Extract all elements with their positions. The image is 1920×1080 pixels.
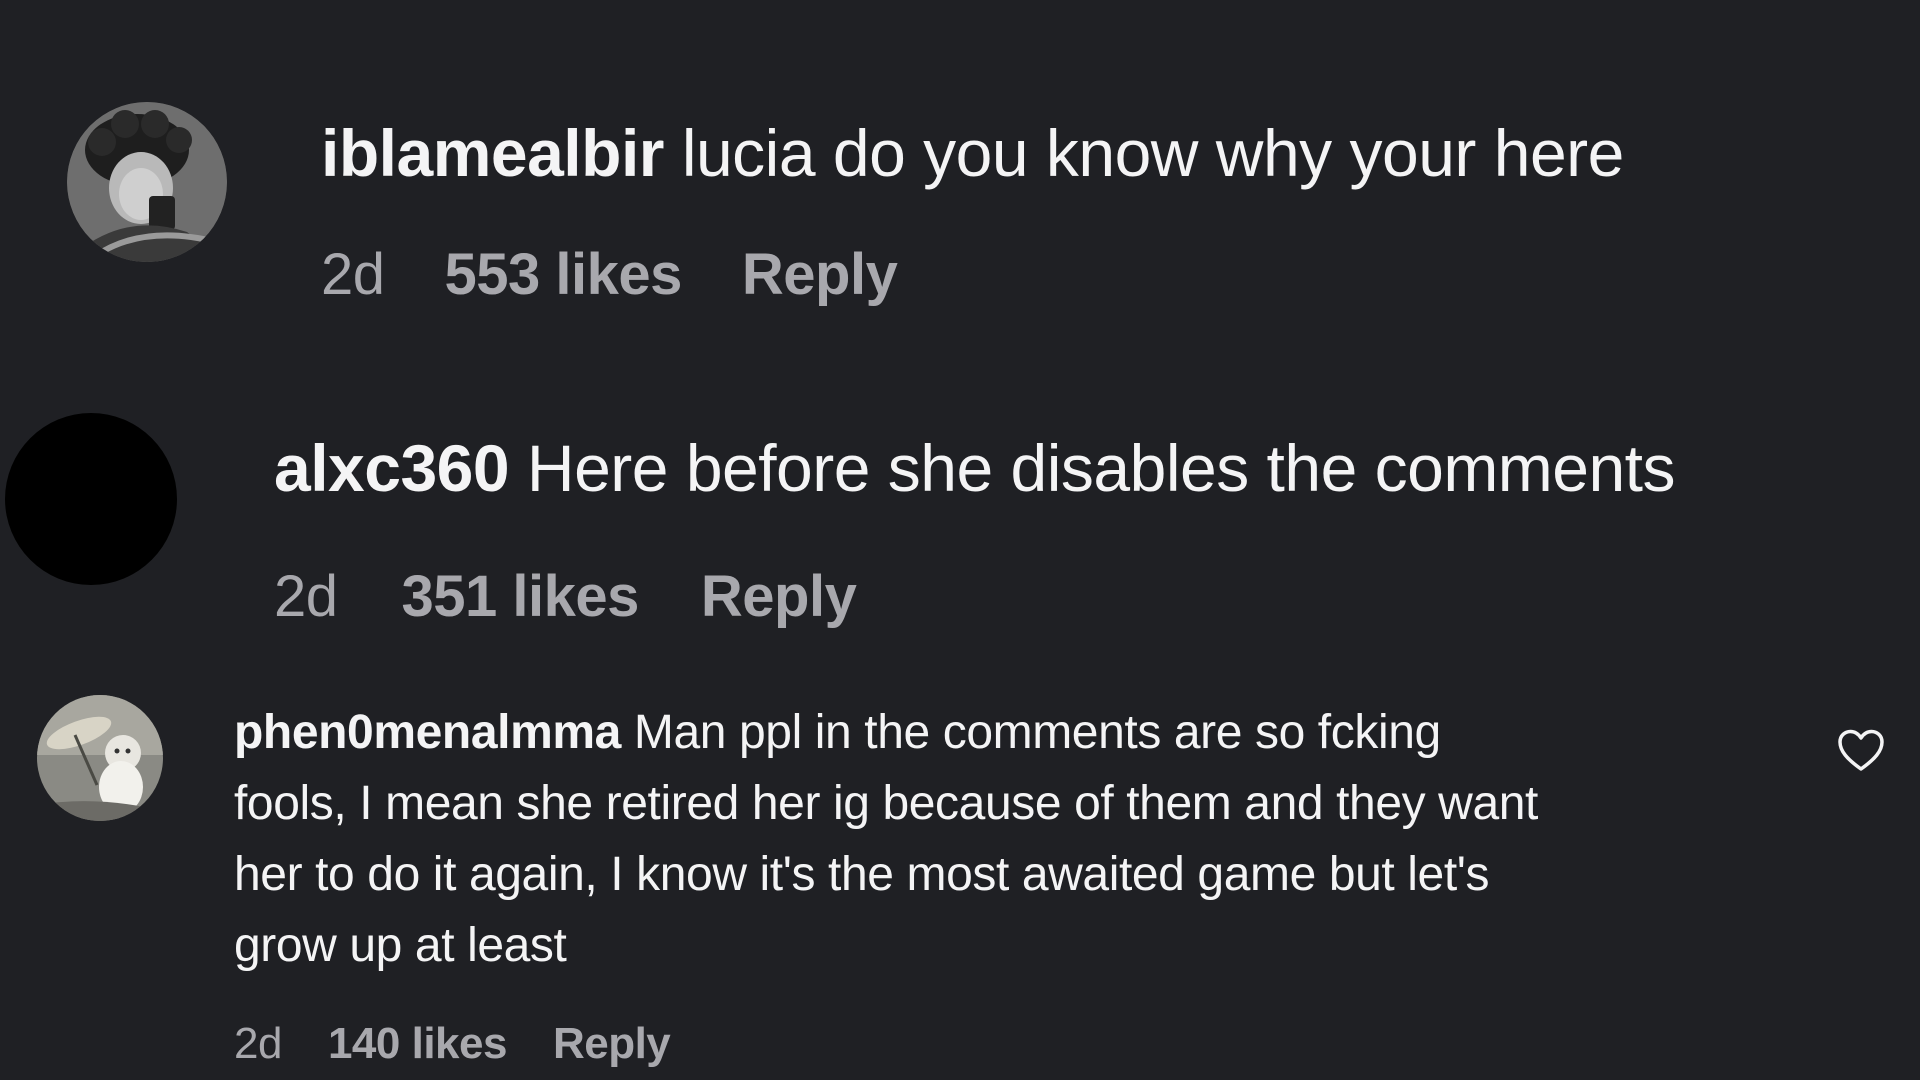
comment-line: phen0menalmma Man ppl in the comments ar… (234, 697, 1794, 768)
comment-body: Man ppl in the comments are so fcking (633, 706, 1441, 759)
username[interactable]: phen0menalmma (234, 706, 621, 759)
comment-body: Here before she disables the comments (526, 431, 1676, 505)
avatar[interactable] (67, 102, 227, 262)
likes-count[interactable]: 553 likes (445, 240, 683, 310)
comment-line: her to do it again, I know it's the most… (234, 848, 1490, 901)
reply-button[interactable]: Reply (701, 562, 857, 632)
timestamp: 2d (274, 564, 338, 629)
avatar[interactable] (37, 695, 163, 821)
comment-body: lucia do you know why your here (681, 116, 1625, 190)
comments-screen: iblamealbir lucia do you know why your h… (0, 0, 1920, 1080)
reply-button[interactable]: Reply (742, 240, 898, 310)
comment-meta: 2d 140 likes Reply (234, 1015, 671, 1073)
comment-meta: 2d 553 likes Reply (321, 240, 898, 310)
timestamp: 2d (321, 242, 385, 307)
comment-text: iblamealbir lucia do you know why your h… (321, 113, 1624, 193)
comment-meta: 2d 351 likes Reply (274, 562, 857, 632)
likes-count[interactable]: 351 likes (402, 562, 640, 632)
comment-text: alxc360 Here before she disables the com… (274, 428, 1676, 508)
avatar[interactable] (5, 413, 177, 585)
comment-text: phen0menalmma Man ppl in the comments ar… (234, 697, 1794, 981)
likes-count[interactable]: 140 likes (328, 1015, 508, 1073)
comment-line: grow up at least (234, 919, 567, 972)
timestamp: 2d (234, 1019, 282, 1068)
heart-outline-icon[interactable] (1837, 729, 1885, 773)
comment-line: fools, I mean she retired her ig because… (234, 777, 1538, 830)
username[interactable]: iblamealbir (321, 116, 664, 190)
reply-button[interactable]: Reply (553, 1015, 671, 1073)
username[interactable]: alxc360 (274, 431, 510, 505)
